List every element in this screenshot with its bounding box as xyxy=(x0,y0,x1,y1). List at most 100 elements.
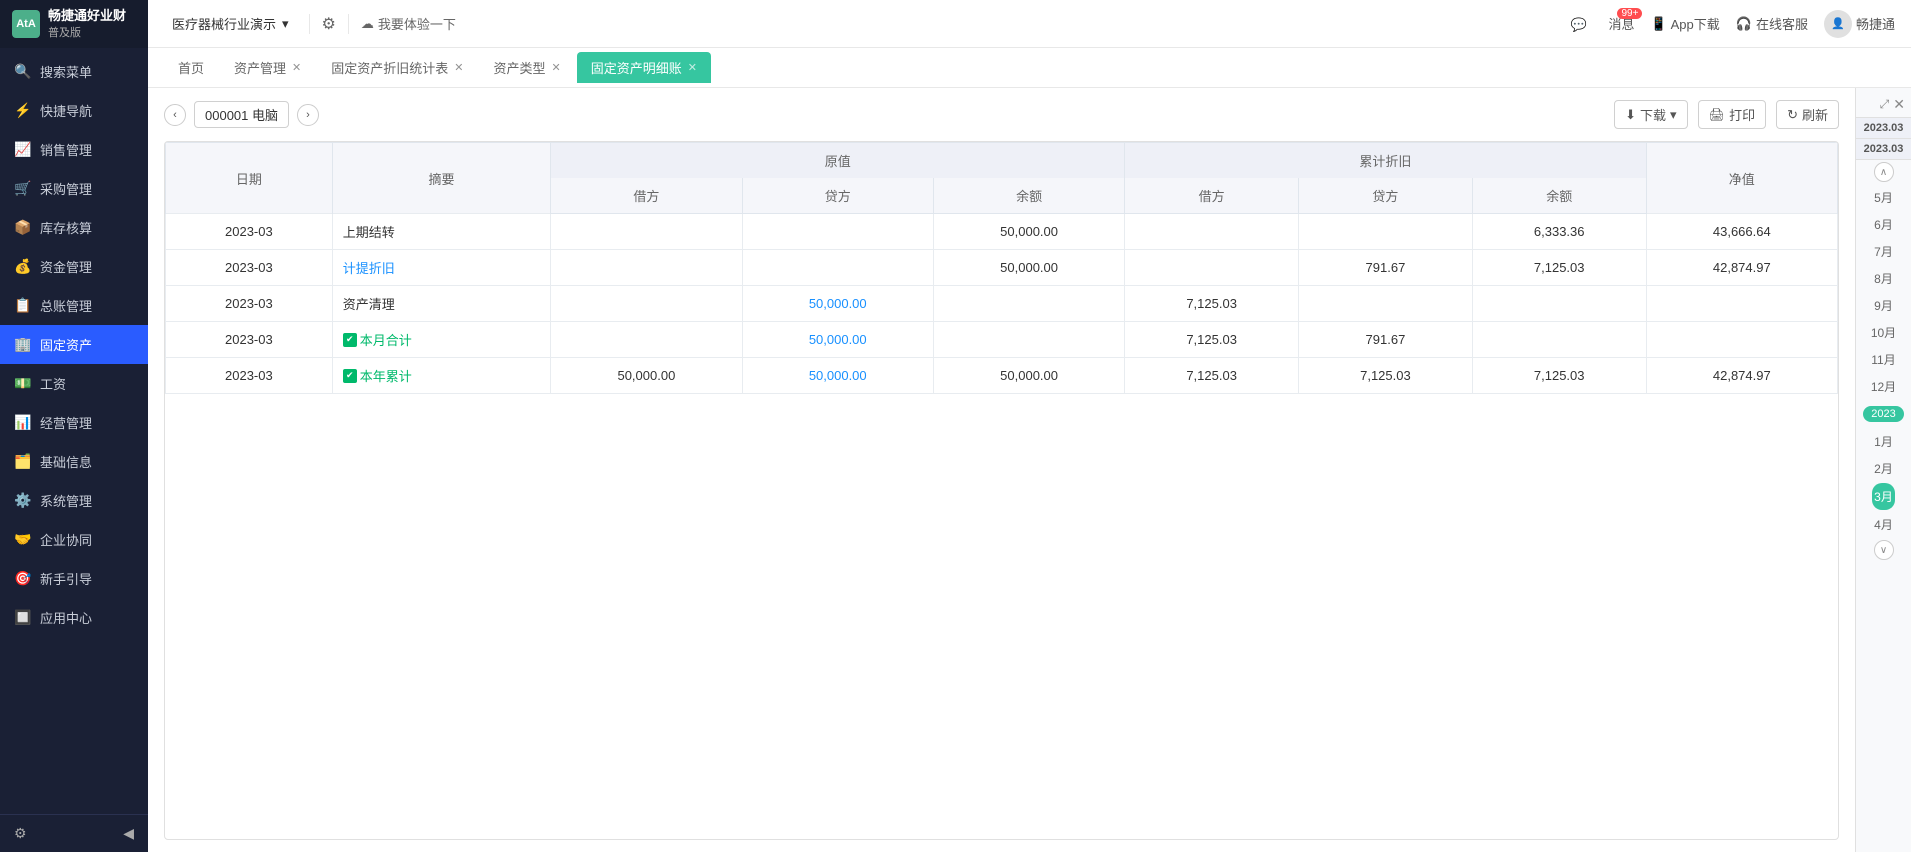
download-button[interactable]: ⬇ 下载 ▾ xyxy=(1614,100,1687,129)
tab-asset-mgmt-close[interactable]: ✕ xyxy=(292,61,301,74)
tab-asset-mgmt[interactable]: 资产管理 ✕ xyxy=(220,52,315,83)
sidebar-item-guide[interactable]: 🎯 新手引导 xyxy=(0,559,148,598)
table-row: 2023-03资产清理50,000.007,125.03 xyxy=(166,286,1838,322)
phone-icon: 📱 xyxy=(1650,16,1666,32)
sidebar-item-label: 总账管理 xyxy=(40,296,92,315)
settings-footer-icon[interactable]: ⚙ xyxy=(14,825,27,842)
sidebar-item-salary[interactable]: 💵 工资 xyxy=(0,364,148,403)
experience-label: 我要体验一下 xyxy=(378,14,456,33)
headset-icon: 🎧 xyxy=(1736,16,1752,32)
timeline-month-item[interactable]: 4月 xyxy=(1868,511,1899,538)
timeline-month-item[interactable]: 3月 xyxy=(1872,483,1895,510)
sidebar-item-label: 库存核算 xyxy=(40,218,92,237)
tab-asset-detail[interactable]: 固定资产明细账 ✕ xyxy=(577,52,711,83)
sidebar-item-basic[interactable]: 🗂️ 基础信息 xyxy=(0,442,148,481)
timeline-panel: ⤢ ✕ 2023.03 2023.03 ∧ 5月6月7月8月9月10月11月12… xyxy=(1855,88,1911,852)
notification-badge: 99+ xyxy=(1617,8,1642,19)
timeline-month-item[interactable]: 6月 xyxy=(1869,211,1898,238)
sidebar-item-quicknav[interactable]: ⚡ 快捷导航 xyxy=(0,91,148,130)
main-area: 医疗器械行业演示 ▾ ⚙ ☁ 我要体验一下 💬 99+ 消息 📱 App下载 🎧… xyxy=(148,0,1911,852)
download-icon: ⬇ xyxy=(1625,107,1636,123)
col-accum-debit: 借方 xyxy=(1125,178,1299,214)
experience-button[interactable]: ☁ 我要体验一下 xyxy=(361,14,456,33)
table-row: 2023-03✔本月合计50,000.007,125.03791.67 xyxy=(166,322,1838,358)
col-original-group: 原值 xyxy=(551,143,1125,179)
sidebar-item-label: 新手引导 xyxy=(40,569,92,588)
sidebar-item-fixed[interactable]: 🏢 固定资产 xyxy=(0,325,148,364)
tab-depreciation-close[interactable]: ✕ xyxy=(454,61,463,74)
timeline-months-top: 5月6月7月8月9月10月11月12月 xyxy=(1869,184,1898,400)
asset-prev-button[interactable]: ‹ xyxy=(164,104,186,126)
app-name: 畅捷通好业财 xyxy=(48,8,126,24)
sidebar-item-search[interactable]: 🔍 搜索菜单 xyxy=(0,52,148,91)
chart-icon: 📈 xyxy=(14,141,32,159)
app-logo: AtA xyxy=(12,10,40,38)
company-name: 医疗器械行业演示 xyxy=(172,14,276,33)
timeline-expand-up[interactable]: ∧ xyxy=(1874,162,1894,182)
lightning-icon: ⚡ xyxy=(14,102,32,120)
sidebar-item-operations[interactable]: 📊 经营管理 xyxy=(0,403,148,442)
asset-nav: ‹ 000001 电脑 › ⬇ 下载 ▾ 🖨 打印 xyxy=(164,100,1839,129)
timeline-month-item[interactable]: 1月 xyxy=(1868,428,1899,455)
sidebar-item-enterprise[interactable]: 🤝 企业协同 xyxy=(0,520,148,559)
avatar: 👤 xyxy=(1824,10,1852,38)
table-row: 2023-03上期结转50,000.006,333.3643,666.64 xyxy=(166,214,1838,250)
sidebar-item-sales[interactable]: 📈 销售管理 xyxy=(0,130,148,169)
content-area: ‹ 000001 电脑 › ⬇ 下载 ▾ 🖨 打印 xyxy=(148,88,1911,852)
tab-home-label: 首页 xyxy=(178,58,204,77)
sidebar-item-inventory[interactable]: 📦 库存核算 xyxy=(0,208,148,247)
sidebar-item-appstore[interactable]: 🔲 应用中心 xyxy=(0,598,148,637)
tab-asset-detail-close[interactable]: ✕ xyxy=(688,61,697,74)
sidebar-footer: ⚙ ◀ xyxy=(0,814,148,852)
ledger-icon: 📋 xyxy=(14,297,32,315)
topbar-settings-icon[interactable]: ⚙ xyxy=(322,14,336,34)
panel-close-icon[interactable]: ✕ xyxy=(1893,96,1905,113)
timeline-month-item[interactable]: 5月 xyxy=(1869,184,1898,211)
timeline-month-item[interactable]: 7月 xyxy=(1869,238,1898,265)
tab-home[interactable]: 首页 xyxy=(164,52,218,83)
sidebar-item-ledger[interactable]: 📋 总账管理 xyxy=(0,286,148,325)
timeline-month-item[interactable]: 8月 xyxy=(1869,265,1898,292)
download-dropdown-icon: ▾ xyxy=(1670,107,1677,123)
sidebar-item-capital[interactable]: 💰 资金管理 xyxy=(0,247,148,286)
timeline-months-recent: 1月2月3月4月 xyxy=(1868,428,1899,538)
timeline-month-item[interactable]: 2月 xyxy=(1868,455,1899,482)
app-download-button[interactable]: 📱 App下载 xyxy=(1650,14,1719,33)
asset-next-button[interactable]: › xyxy=(297,104,319,126)
ops-icon: 📊 xyxy=(14,414,32,432)
timeline-panel-header: ⤢ ✕ xyxy=(1856,92,1911,118)
tab-depreciation-stat[interactable]: 固定资产折旧统计表 ✕ xyxy=(317,52,477,83)
company-selector[interactable]: 医疗器械行业演示 ▾ xyxy=(164,10,297,37)
print-label: 打印 xyxy=(1729,105,1755,124)
timeline-month-item[interactable]: 10月 xyxy=(1869,319,1898,346)
timeline-month-item[interactable]: 11月 xyxy=(1869,346,1898,373)
print-button[interactable]: 🖨 打印 xyxy=(1698,100,1767,129)
sidebar-item-label: 销售管理 xyxy=(40,140,92,159)
sidebar-item-system[interactable]: ⚙️ 系统管理 xyxy=(0,481,148,520)
sidebar-item-label: 基础信息 xyxy=(40,452,92,471)
cart-icon: 🛒 xyxy=(14,180,32,198)
company-dropdown-icon: ▾ xyxy=(282,16,289,32)
notification-button[interactable]: 💬 99+ 消息 xyxy=(1571,14,1635,33)
tab-asset-type[interactable]: 资产类型 ✕ xyxy=(479,52,574,83)
tab-asset-type-close[interactable]: ✕ xyxy=(552,61,561,74)
toolbar-right: ⬇ 下载 ▾ 🖨 打印 ↻ 刷新 xyxy=(1614,100,1839,129)
tab-asset-mgmt-label: 资产管理 xyxy=(234,58,286,77)
timeline-top-year: 2023.03 xyxy=(1856,118,1911,139)
col-net: 净值 xyxy=(1646,143,1837,214)
sidebar-item-label: 搜索菜单 xyxy=(40,62,92,81)
notification-label: 消息 xyxy=(1608,17,1634,32)
timeline-month-item[interactable]: 9月 xyxy=(1869,292,1898,319)
money-icon: 💰 xyxy=(14,258,32,276)
user-menu[interactable]: 👤 畅捷通 xyxy=(1824,10,1895,38)
gear-icon: ⚙️ xyxy=(14,492,32,510)
service-button[interactable]: 🎧 在线客服 xyxy=(1736,14,1808,33)
timeline-expand-down[interactable]: ∨ xyxy=(1874,540,1894,560)
collapse-icon[interactable]: ◀ xyxy=(123,825,134,842)
timeline-month-item[interactable]: 12月 xyxy=(1869,373,1898,400)
panel-expand-icon[interactable]: ⤢ xyxy=(1880,97,1890,112)
sidebar-item-label: 工资 xyxy=(40,374,66,393)
refresh-button[interactable]: ↻ 刷新 xyxy=(1776,100,1839,129)
col-orig-debit: 借方 xyxy=(551,178,742,214)
sidebar-item-purchase[interactable]: 🛒 采购管理 xyxy=(0,169,148,208)
